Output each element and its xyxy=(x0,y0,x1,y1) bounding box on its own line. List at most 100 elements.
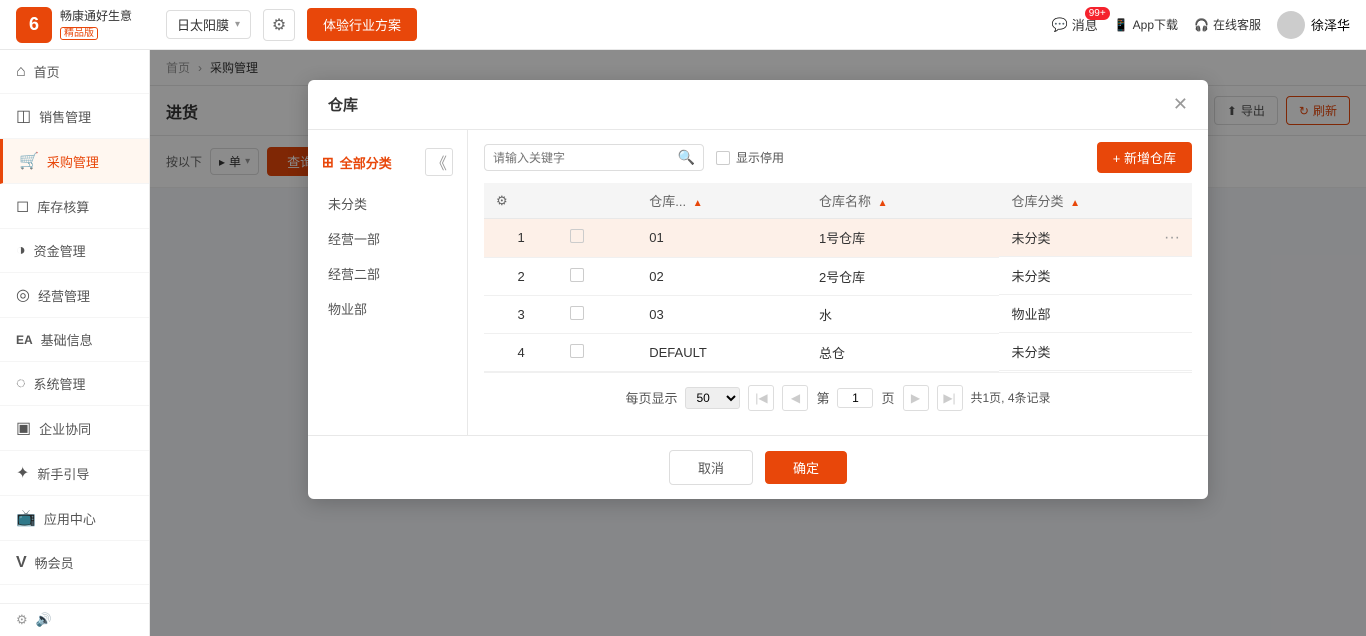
sidebar-item-purchase[interactable]: 🛒 采购管理 xyxy=(0,139,149,184)
table-row[interactable]: 1 01 1号仓库 未分类 ··· xyxy=(484,219,1192,258)
search-icon[interactable]: 🔍 xyxy=(678,149,695,166)
settings-bottom-icon: ⚙ xyxy=(16,612,28,628)
online-service-label: 在线客服 xyxy=(1213,16,1261,33)
last-page-button[interactable]: ▶| xyxy=(937,385,963,411)
show-disabled-label: 显示停用 xyxy=(736,149,784,166)
category-sidebar: ⊞ 全部分类 《 未分类 经营一部 经营二部 物业部 xyxy=(308,130,468,435)
app-download-area[interactable]: 📱 App下载 xyxy=(1114,16,1178,33)
row-checkbox[interactable] xyxy=(570,229,584,243)
user-avatar-area[interactable]: 徐泽华 xyxy=(1277,11,1350,39)
sidebar-item-system[interactable]: ◌ 系统管理 xyxy=(0,362,149,406)
sidebar-item-appcenter[interactable]: 📺 应用中心 xyxy=(0,496,149,541)
first-page-button[interactable]: |◀ xyxy=(748,385,774,411)
show-disabled-checkbox[interactable] xyxy=(716,151,730,165)
category-item-property[interactable]: 物业部 xyxy=(308,291,467,326)
prev-page-button[interactable]: ◀ xyxy=(782,385,808,411)
sidebar-item-inventory[interactable]: ◻ 库存核算 xyxy=(0,184,149,229)
collapse-icon[interactable]: 《 xyxy=(425,148,453,176)
row-code-cell: 02 xyxy=(637,257,807,295)
search-input[interactable] xyxy=(493,151,672,165)
phone-icon: 📱 xyxy=(1114,18,1129,32)
sidebar-item-basic[interactable]: EA 基础信息 xyxy=(0,318,149,362)
username: 徐泽华 xyxy=(1311,15,1350,34)
avatar xyxy=(1277,11,1305,39)
basic-icon: EA xyxy=(16,333,33,347)
sidebar-label-purchase: 采购管理 xyxy=(47,152,99,171)
sidebar-label-finance: 资金管理 xyxy=(34,241,86,260)
row-category-cell: 物业部 xyxy=(999,295,1192,333)
headset-icon: 🎧 xyxy=(1194,18,1209,32)
row-checkbox[interactable] xyxy=(570,306,584,320)
trial-button[interactable]: 体验行业方案 xyxy=(307,8,417,41)
sidebar-bottom[interactable]: ⚙ 🔊 xyxy=(0,603,149,636)
sidebar-label-enterprise: 企业协同 xyxy=(39,419,91,438)
settings-icon[interactable]: ⚙ xyxy=(263,9,295,41)
sidebar-label-basic: 基础信息 xyxy=(41,330,93,349)
cancel-button[interactable]: 取消 xyxy=(669,450,753,485)
row-checkbox[interactable] xyxy=(570,344,584,358)
page-total: 共1页, 4条记录 xyxy=(971,389,1051,406)
sidebar-item-sales[interactable]: ◫ 销售管理 xyxy=(0,94,149,139)
gear-col-icon: ⚙ xyxy=(496,193,508,208)
sidebar-item-finance[interactable]: ◑ 资金管理 xyxy=(0,229,149,273)
sidebar-item-operation[interactable]: ◎ 经营管理 xyxy=(0,273,149,318)
category-item-uncategorized[interactable]: 未分类 xyxy=(308,186,467,221)
confirm-button[interactable]: 确定 xyxy=(765,451,847,484)
add-warehouse-button[interactable]: + 新增仓库 xyxy=(1097,142,1192,173)
per-page-select[interactable]: 50 10 20 100 xyxy=(685,387,740,409)
row-name-cell: 总仓 xyxy=(807,333,1000,371)
row-checkbox[interactable] xyxy=(570,268,584,282)
store-selector[interactable]: 日太阳膜 ▾ xyxy=(166,10,251,39)
row-code-cell: 01 xyxy=(637,219,807,258)
modal-footer: 取消 确定 xyxy=(308,435,1208,499)
content-area: 首页 › 采购管理 进货 🖨 印 ▾ ⬆ 导出 ↻ 刷新 xyxy=(150,50,1366,636)
sidebar-item-enterprise[interactable]: ▣ 企业协同 xyxy=(0,406,149,451)
table-container: ⚙ 仓库... ▲ 仓库名称 ▲ 仓库分类 ▲ 1 xyxy=(484,183,1192,372)
system-icon: ◌ xyxy=(16,375,26,393)
pagination: 每页显示 50 10 20 100 |◀ ◀ 第 页 xyxy=(484,372,1192,423)
table-row[interactable]: 3 03 水 物业部 xyxy=(484,295,1192,333)
sort-code-icon: ▲ xyxy=(693,198,703,209)
top-header: 6 畅康通好生意 精品版 日太阳膜 ▾ ⚙ 体验行业方案 💬 消息 99+ 📱 … xyxy=(0,0,1366,50)
sidebar-label-guide: 新手引导 xyxy=(37,464,89,483)
notification-area[interactable]: 💬 消息 99+ xyxy=(1052,15,1098,34)
col-name: 仓库名称 ▲ xyxy=(807,183,1000,219)
sales-icon: ◫ xyxy=(16,106,31,126)
modal-close-icon[interactable]: ✕ xyxy=(1173,94,1188,115)
app-logo-icon: 6 xyxy=(16,7,52,43)
chevron-down-icon: ▾ xyxy=(235,19,240,30)
purchase-icon: 🛒 xyxy=(19,151,39,171)
category-item-ops2[interactable]: 经营二部 xyxy=(308,256,467,291)
online-service-area[interactable]: 🎧 在线客服 xyxy=(1194,16,1261,33)
finance-icon: ◑ xyxy=(16,242,26,260)
message-icon: 💬 xyxy=(1052,17,1068,33)
sidebar-item-member[interactable]: V 畅会员 xyxy=(0,541,149,585)
logo-area: 6 畅康通好生意 精品版 xyxy=(16,7,166,43)
col-code: 仓库... ▲ xyxy=(637,183,807,219)
modal-header: 仓库 ✕ xyxy=(308,80,1208,130)
sidebar-item-guide[interactable]: ✦ 新手引导 xyxy=(0,451,149,496)
header-center: 日太阳膜 ▾ ⚙ 体验行业方案 xyxy=(166,8,1052,41)
warehouse-table: ⚙ 仓库... ▲ 仓库名称 ▲ 仓库分类 ▲ 1 xyxy=(484,183,1192,372)
header-right: 💬 消息 99+ 📱 App下载 🎧 在线客服 徐泽华 xyxy=(1052,11,1351,39)
app-download-label: App下载 xyxy=(1133,16,1178,33)
category-item-ops1[interactable]: 经营一部 xyxy=(308,221,467,256)
row-num-cell: 2 xyxy=(484,257,558,295)
sidebar-label-member: 畅会员 xyxy=(35,553,74,572)
main-layout: ⌂ 首页 ◫ 销售管理 🛒 采购管理 ◻ 库存核算 ◑ 资金管理 ◎ 经营管理 … xyxy=(0,50,1366,636)
show-disabled-area: 显示停用 xyxy=(716,149,784,166)
page-unit: 页 xyxy=(881,388,894,407)
sort-cat-icon: ▲ xyxy=(1070,198,1080,209)
next-page-button[interactable]: ▶ xyxy=(903,385,929,411)
row-num-cell: 4 xyxy=(484,333,558,371)
sidebar-item-home[interactable]: ⌂ 首页 xyxy=(0,50,149,94)
table-row[interactable]: 4 DEFAULT 总仓 未分类 xyxy=(484,333,1192,371)
page-number-input[interactable] xyxy=(837,388,873,408)
table-row[interactable]: 2 02 2号仓库 未分类 xyxy=(484,257,1192,295)
row-actions-btn[interactable]: ··· xyxy=(1164,229,1180,247)
col-checkbox xyxy=(558,183,637,219)
per-page-label: 每页显示 xyxy=(625,388,677,407)
enterprise-icon: ▣ xyxy=(16,418,31,438)
row-code-cell: DEFAULT xyxy=(637,333,807,371)
grid-icon: ⊞ xyxy=(322,154,334,171)
